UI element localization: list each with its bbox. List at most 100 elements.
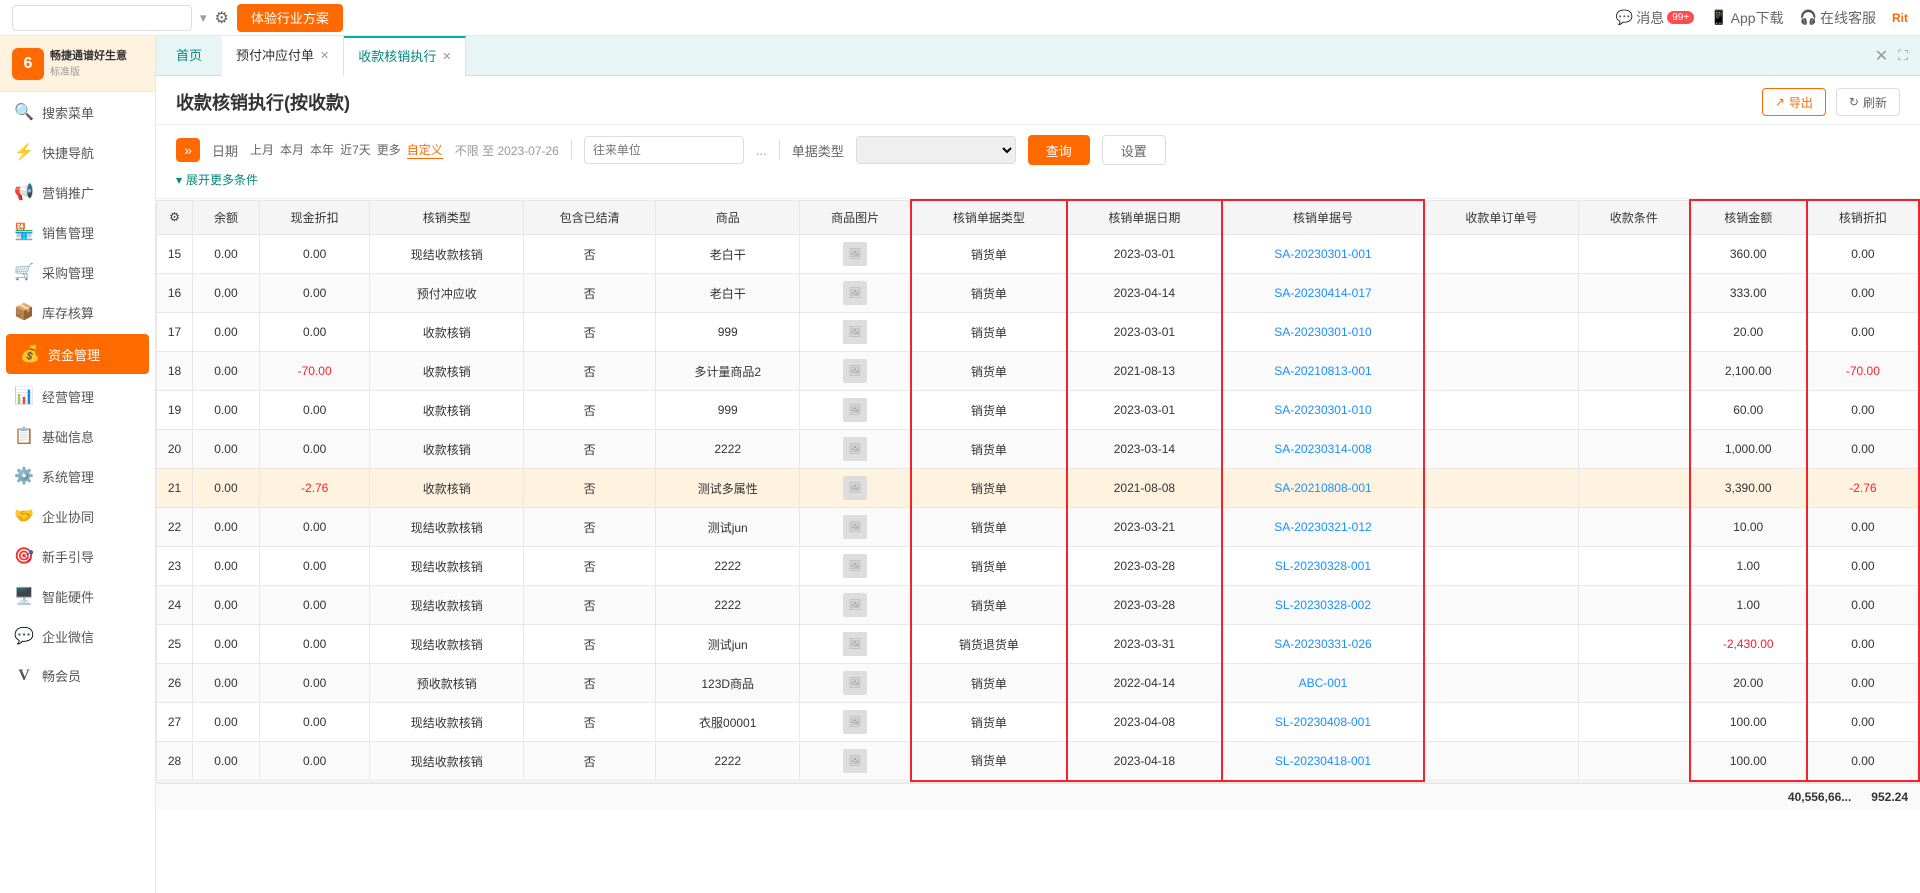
cell-cancel-bill-no[interactable]: SA-20230414-017 xyxy=(1222,274,1424,313)
cancel-bill-link[interactable]: SA-20230301-010 xyxy=(1274,403,1371,417)
cancel-bill-link[interactable]: SA-20230321-012 xyxy=(1274,520,1371,534)
cancel-bill-link[interactable]: SA-20210813-001 xyxy=(1274,364,1371,378)
cell-cancel-bill-no[interactable]: SA-20230314-008 xyxy=(1222,430,1424,469)
partner-input[interactable] xyxy=(584,136,744,164)
query-btn[interactable]: 查询 xyxy=(1028,135,1090,165)
cell-receipt-order-no xyxy=(1424,742,1579,781)
cell-receipt-order-no xyxy=(1424,274,1579,313)
cancel-bill-link[interactable]: SL-20230328-002 xyxy=(1275,598,1371,612)
refresh-btn[interactable]: ↻ 刷新 xyxy=(1836,88,1900,116)
cancel-bill-link[interactable]: SL-20230328-001 xyxy=(1275,559,1371,573)
expand-icon[interactable]: ⛶ xyxy=(1898,47,1908,64)
cell-cancel-bill-no[interactable]: SA-20230301-001 xyxy=(1222,235,1424,274)
table-row: 24 0.00 0.00 现结收款核销 否 2222 🖼 销货单 2023-03… xyxy=(157,586,1920,625)
sidebar-item-finance[interactable]: 💰 资金管理 xyxy=(6,334,149,374)
cell-cancel-bill-no[interactable]: SL-20230328-002 xyxy=(1222,586,1424,625)
cancel-bill-link[interactable]: SA-20230314-008 xyxy=(1274,442,1371,456)
cancel-bill-link[interactable]: SA-20230301-001 xyxy=(1274,247,1371,261)
cell-cancel-bill-no[interactable]: SA-20230301-010 xyxy=(1222,391,1424,430)
cell-cancel-bill-no[interactable]: SA-20230321-012 xyxy=(1222,508,1424,547)
sidebar-item-hardware[interactable]: 🖥️ 智能硬件 xyxy=(0,576,155,616)
sidebar-item-system[interactable]: ⚙️ 系统管理 xyxy=(0,456,155,496)
cell-receipt-order-no xyxy=(1424,430,1579,469)
cell-cancel-bill-no[interactable]: SL-20230418-001 xyxy=(1222,742,1424,781)
cell-cancel-bill-type: 销货单 xyxy=(911,508,1067,547)
date-more[interactable]: 更多 xyxy=(377,141,401,159)
cell-include-settled: 否 xyxy=(524,430,656,469)
tab-bar-actions: ✕ ⛶ xyxy=(1875,46,1920,66)
cell-cancel-bill-no[interactable]: ABC-001 xyxy=(1222,664,1424,703)
message-btn[interactable]: 💬 消息 99+ xyxy=(1616,8,1694,28)
cancel-bill-link[interactable]: SA-20230331-026 xyxy=(1274,637,1371,651)
export-btn[interactable]: ↗ 导出 xyxy=(1762,88,1826,116)
cell-include-settled: 否 xyxy=(524,469,656,508)
tab-collection[interactable]: 收款核销执行 ✕ xyxy=(344,36,466,76)
sidebar-item-member[interactable]: V 畅会员 xyxy=(0,656,155,695)
cell-cancel-type: 预付冲应收 xyxy=(370,274,524,313)
cell-product-img: 🖼 xyxy=(800,469,911,508)
date-last-7days[interactable]: 近7天 xyxy=(340,141,371,159)
cell-cancel-bill-no[interactable]: SA-20230301-010 xyxy=(1222,313,1424,352)
cancel-bill-link[interactable]: SA-20230414-017 xyxy=(1274,286,1371,300)
cancel-bill-link[interactable]: SA-20230301-010 xyxy=(1274,325,1371,339)
cancel-bill-link[interactable]: SA-20210808-001 xyxy=(1274,481,1371,495)
refresh-icon: ↻ xyxy=(1849,95,1859,109)
cell-product-img: 🖼 xyxy=(800,352,911,391)
cell-cancel-bill-date: 2023-04-14 xyxy=(1067,274,1223,313)
search-input[interactable] xyxy=(12,5,192,31)
partner-dots[interactable]: ... xyxy=(756,143,767,158)
tab-close-prepay[interactable]: ✕ xyxy=(320,36,329,76)
cell-row-no: 16 xyxy=(157,274,193,313)
computer-icon: 🖥️ xyxy=(14,586,34,606)
sidebar-item-cooperation[interactable]: 🤝 企业协同 xyxy=(0,496,155,536)
sidebar-item-inventory[interactable]: 📦 库存核算 xyxy=(0,292,155,332)
user-avatar[interactable]: Rit xyxy=(1892,11,1908,25)
sidebar-item-guide[interactable]: 🎯 新手引导 xyxy=(0,536,155,576)
cell-cancel-discount: 0.00 xyxy=(1807,547,1919,586)
table-row: 15 0.00 0.00 现结收款核销 否 老白干 🖼 销货单 2023-03-… xyxy=(157,235,1920,274)
dropdown-arrow-icon[interactable]: ▾ xyxy=(200,10,207,26)
cell-receipt-condition xyxy=(1578,352,1689,391)
tab-prepay[interactable]: 预付冲应付单 ✕ xyxy=(222,36,344,76)
col-gear[interactable]: ⚙ xyxy=(157,200,193,235)
bill-type-select[interactable] xyxy=(856,136,1016,164)
tab-home[interactable]: 首页 xyxy=(156,36,222,76)
page-header: 收款核销执行(按收款) ↗ 导出 ↻ 刷新 xyxy=(156,76,1920,125)
date-last-month[interactable]: 上月 xyxy=(250,141,274,159)
cell-cancel-bill-no[interactable]: SA-20210808-001 xyxy=(1222,469,1424,508)
cancel-bill-link[interactable]: SL-20230418-001 xyxy=(1275,754,1371,768)
gear-icon[interactable]: ⚙ xyxy=(215,8,229,28)
sidebar-item-shortcut[interactable]: ⚡ 快捷导航 xyxy=(0,132,155,172)
industry-btn[interactable]: 体验行业方案 xyxy=(237,4,343,32)
sidebar-item-marketing[interactable]: 📢 营销推广 xyxy=(0,172,155,212)
cell-cancel-bill-no[interactable]: SL-20230408-001 xyxy=(1222,703,1424,742)
app-download-btn[interactable]: 📱 App下载 xyxy=(1710,8,1783,28)
sidebar-item-search[interactable]: 🔍 搜索菜单 xyxy=(0,92,155,132)
cell-cancel-bill-no[interactable]: SA-20230331-026 xyxy=(1222,625,1424,664)
cell-cancel-bill-no[interactable]: SA-20210813-001 xyxy=(1222,352,1424,391)
cell-row-no: 23 xyxy=(157,547,193,586)
sidebar-item-base[interactable]: 📋 基础信息 xyxy=(0,416,155,456)
cell-cancel-bill-no[interactable]: SL-20230328-001 xyxy=(1222,547,1424,586)
settings-btn[interactable]: 设置 xyxy=(1102,135,1166,165)
date-this-month[interactable]: 本月 xyxy=(280,141,304,159)
cell-cancel-bill-date: 2023-03-28 xyxy=(1067,547,1223,586)
cell-cancel-amount: 100.00 xyxy=(1690,742,1807,781)
cell-receipt-order-no xyxy=(1424,235,1579,274)
close-window-icon[interactable]: ✕ xyxy=(1875,46,1888,66)
tab-close-collection[interactable]: ✕ xyxy=(442,37,451,77)
online-service-btn[interactable]: 🎧 在线客服 xyxy=(1800,8,1876,28)
cancel-bill-link[interactable]: ABC-001 xyxy=(1299,676,1348,690)
filter-collapse-btn[interactable]: » xyxy=(176,138,200,162)
date-this-year[interactable]: 本年 xyxy=(310,141,334,159)
expand-more-btn[interactable]: ▾ 展开更多条件 xyxy=(176,165,1900,188)
sidebar-item-business[interactable]: 📊 经营管理 xyxy=(0,376,155,416)
table-row: 28 0.00 0.00 现结收款核销 否 2222 🖼 销货单 2023-04… xyxy=(157,742,1920,781)
sidebar-item-sales[interactable]: 🏪 销售管理 xyxy=(0,212,155,252)
cancel-bill-link[interactable]: SL-20230408-001 xyxy=(1275,715,1371,729)
sidebar-item-purchase[interactable]: 🛒 采购管理 xyxy=(0,252,155,292)
filter-divider-1 xyxy=(571,140,572,160)
sidebar-item-wechat[interactable]: 💬 企业微信 xyxy=(0,616,155,656)
date-custom[interactable]: 自定义 xyxy=(407,141,443,159)
box-icon: 📦 xyxy=(14,302,34,322)
